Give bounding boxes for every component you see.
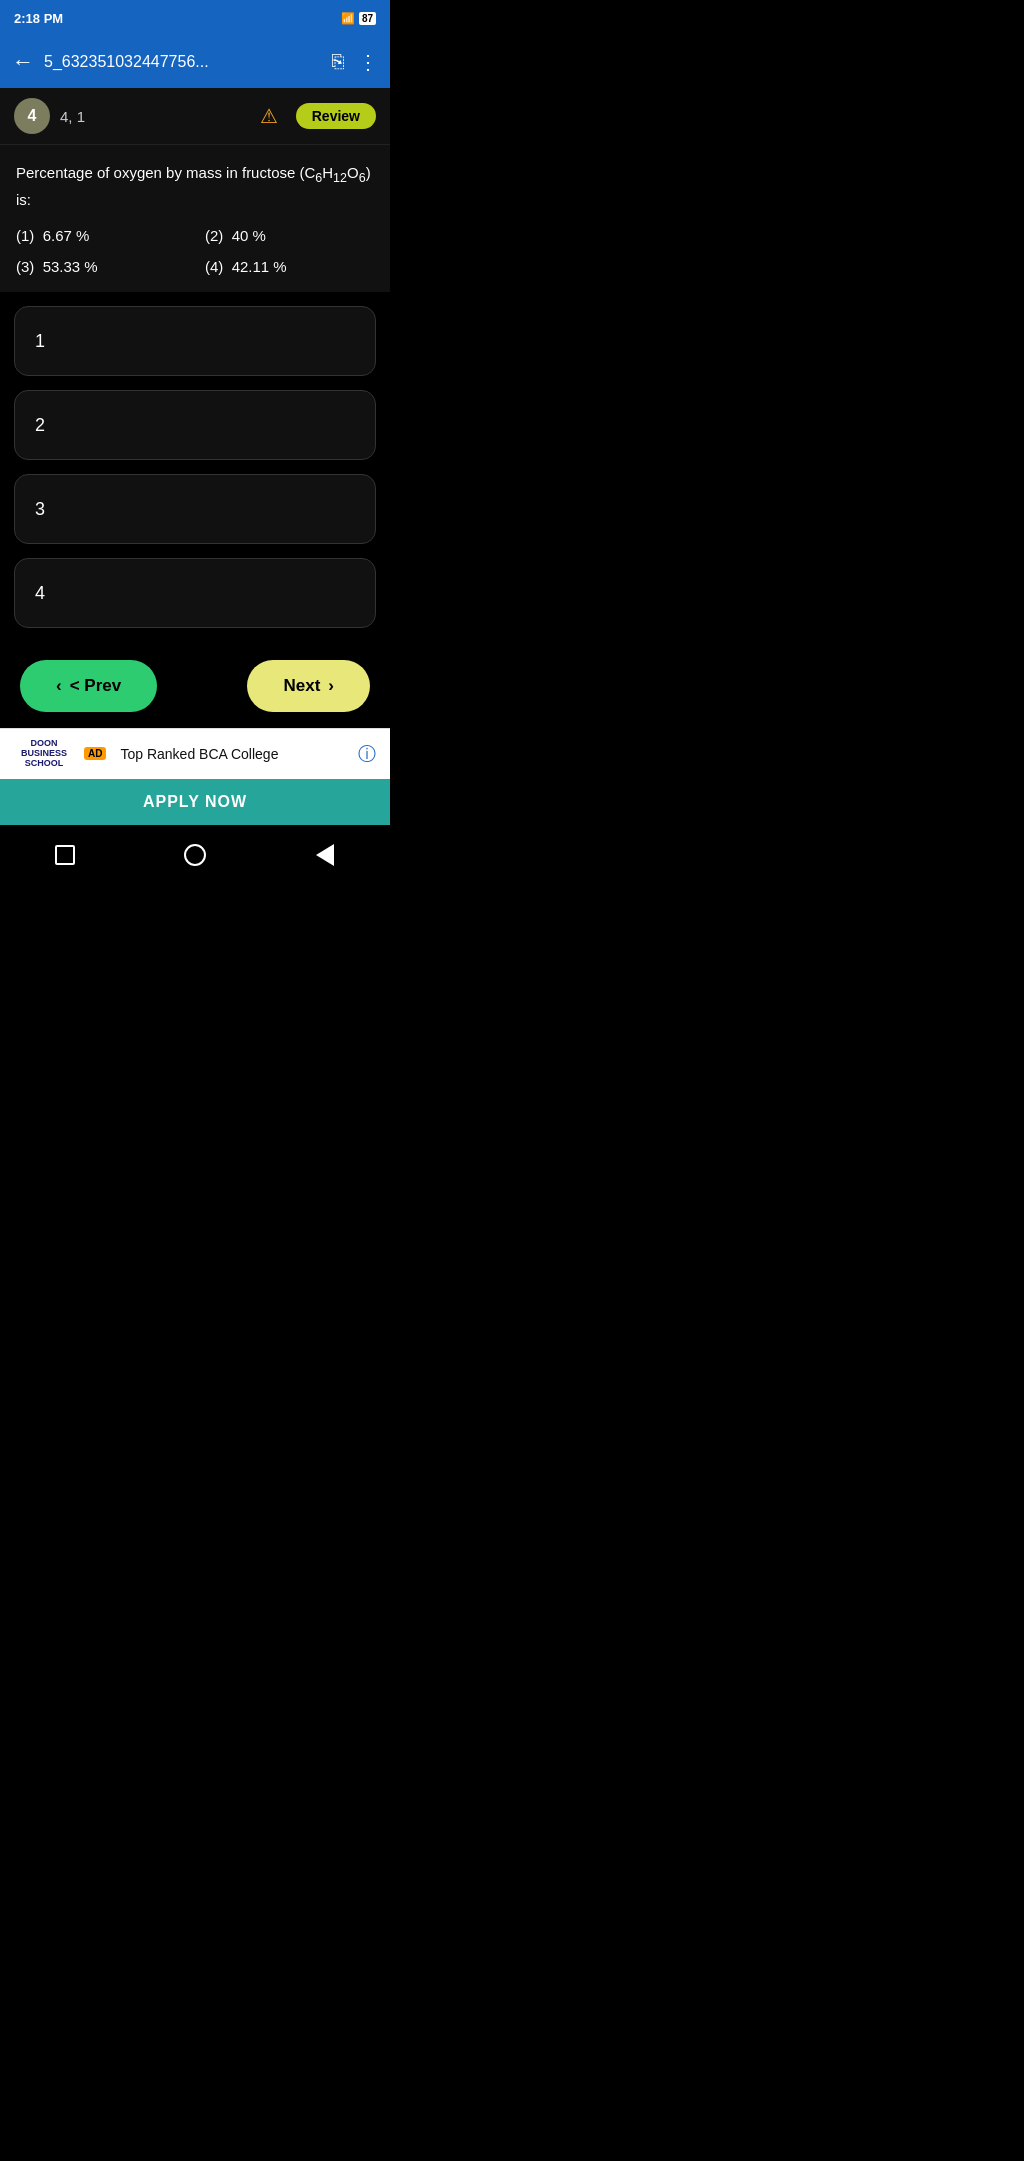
ad-banner: DOONBUSINESSSCHOOL AD Top Ranked BCA Col… <box>0 728 390 779</box>
prev-chevron-icon: ‹ <box>56 676 62 696</box>
system-nav-back[interactable] <box>307 837 343 873</box>
app-bar: ← 5_632351032447756... ⎘ ⋮ <box>0 36 390 88</box>
question-option-1: (1) 6.67 % <box>16 222 185 249</box>
app-bar-actions: ⎘ ⋮ <box>332 50 378 74</box>
ad-info-icon[interactable]: ⓘ <box>358 742 376 766</box>
status-time: 2:18 PM <box>14 11 63 26</box>
status-icons: 📶 87 <box>341 12 376 25</box>
system-nav-recents[interactable] <box>47 837 83 873</box>
question-option-4: (4) 42.11 % <box>205 253 374 280</box>
share-icon[interactable]: ⎘ <box>332 50 344 74</box>
next-button[interactable]: Next › <box>247 660 370 712</box>
apply-now-button[interactable]: APPLY NOW <box>0 779 390 825</box>
next-chevron-icon: › <box>328 676 334 696</box>
system-nav-bar <box>0 825 390 889</box>
system-nav-home[interactable] <box>177 837 213 873</box>
nav-buttons: ‹ < Prev Next › <box>0 642 390 728</box>
answer-option-4[interactable]: 4 <box>14 558 376 628</box>
ad-label: AD <box>84 747 106 760</box>
status-bar: 2:18 PM 📶 87 <box>0 0 390 36</box>
app-title: 5_632351032447756... <box>44 53 322 71</box>
prev-button[interactable]: ‹ < Prev <box>20 660 157 712</box>
review-button[interactable]: Review <box>296 103 376 129</box>
answer-option-1[interactable]: 1 <box>14 306 376 376</box>
battery-indicator: 87 <box>359 12 376 25</box>
back-button[interactable]: ← <box>12 51 34 73</box>
question-number-badge: 4 <box>14 98 50 134</box>
question-option-3: (3) 53.33 % <box>16 253 185 280</box>
ad-logo-text: DOONBUSINESSSCHOOL <box>21 739 67 769</box>
ad-text: Top Ranked BCA College <box>120 746 348 762</box>
signal-icon: 📶 <box>341 12 355 25</box>
answer-option-2[interactable]: 2 <box>14 390 376 460</box>
prev-label: < Prev <box>70 676 122 696</box>
warning-icon: ⚠ <box>260 104 278 128</box>
question-option-2: (2) 40 % <box>205 222 374 249</box>
more-options-icon[interactable]: ⋮ <box>358 50 378 74</box>
ad-logo: DOONBUSINESSSCHOOL <box>14 739 74 769</box>
answers-section: 1 2 3 4 <box>0 292 390 642</box>
question-sub-label: 4, 1 <box>60 108 85 125</box>
answer-option-3[interactable]: 3 <box>14 474 376 544</box>
question-options: (1) 6.67 % (2) 40 % (3) 53.33 % (4) 42.1… <box>16 222 374 280</box>
next-label: Next <box>283 676 320 696</box>
question-header: 4 4, 1 ⚠ Review <box>0 88 390 145</box>
question-text: Percentage of oxygen by mass in fructose… <box>16 161 374 212</box>
question-content: Percentage of oxygen by mass in fructose… <box>0 145 390 292</box>
